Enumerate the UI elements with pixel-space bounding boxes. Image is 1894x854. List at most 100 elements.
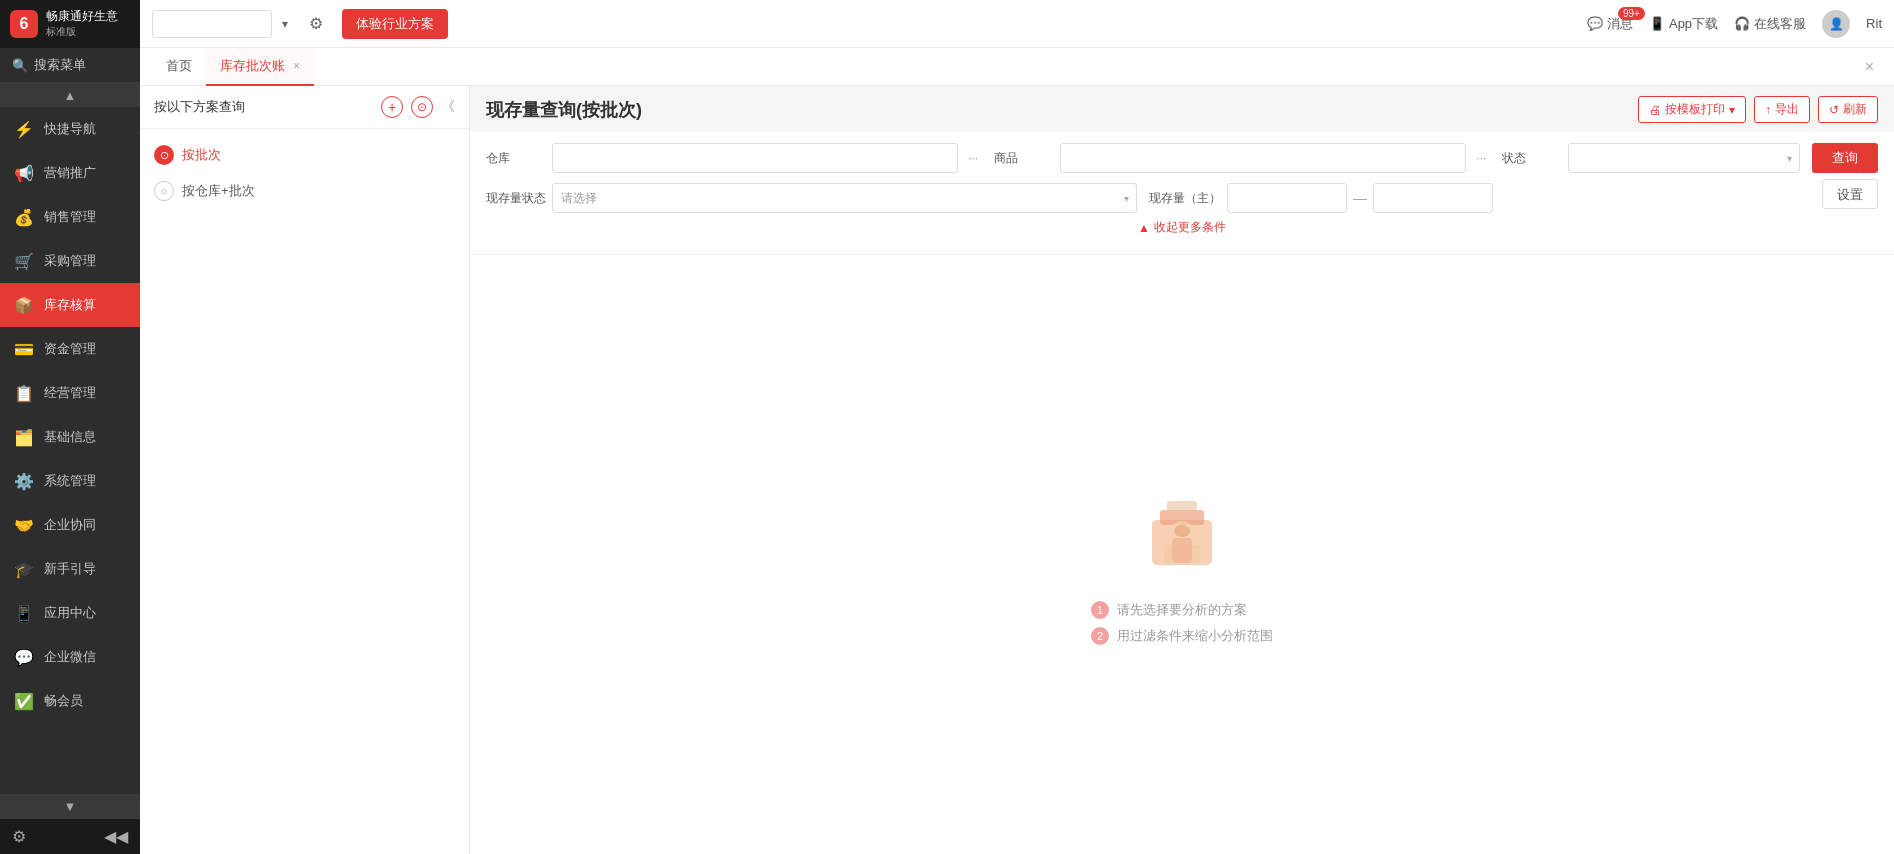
- search-menu[interactable]: 🔍 搜索菜单: [0, 48, 140, 83]
- empty-state: 1 请先选择要分析的方案 2 用过滤条件来缩小分析范围: [470, 255, 1894, 854]
- stock-status-select[interactable]: 请选择: [552, 183, 1137, 213]
- tab-inventory-batch-label: 库存批次账: [220, 57, 285, 75]
- sidebar-item-label: 经营管理: [44, 384, 96, 402]
- warehouse-input[interactable]: [552, 143, 958, 173]
- filter-list: ⊙ 按批次 ○ 按仓库+批次: [140, 129, 469, 854]
- topbar-gear-btn[interactable]: ⚙: [302, 10, 330, 38]
- empty-hint-2: 2 用过滤条件来缩小分析范围: [1091, 627, 1273, 645]
- sidebar-item-inventory[interactable]: 📦 库存核算: [0, 283, 140, 327]
- stock-qty-from-input[interactable]: [1227, 183, 1347, 213]
- service-icon: 🎧: [1734, 16, 1750, 31]
- refresh-icon: ↺: [1829, 103, 1839, 117]
- sidebar-item-label: 资金管理: [44, 340, 96, 358]
- sidebar-item-label: 基础信息: [44, 428, 96, 446]
- warehouse-more-btn[interactable]: ···: [964, 151, 982, 165]
- sidebar-item-quick-nav[interactable]: ⚡ 快捷导航: [0, 107, 140, 151]
- tab-close-btn[interactable]: ×: [293, 59, 300, 73]
- scroll-up-btn[interactable]: ▲: [0, 83, 140, 107]
- filter-setting-btn[interactable]: ⊙: [411, 96, 433, 118]
- goods-filter-group: 商品 ···: [994, 143, 1490, 173]
- export-icon: ↑: [1765, 103, 1771, 117]
- filter-collapse-btn[interactable]: 《: [441, 98, 455, 116]
- sidebar-item-finance[interactable]: 💳 资金管理: [0, 327, 140, 371]
- sidebar-item-purchase[interactable]: 🛒 采购管理: [0, 239, 140, 283]
- sidebar-item-appstore[interactable]: 📱 应用中心: [0, 591, 140, 635]
- filter-item-warehouse-batch[interactable]: ○ 按仓库+批次: [140, 173, 469, 209]
- weixin-icon: 💬: [14, 647, 34, 667]
- export-btn[interactable]: ↑ 导出: [1754, 96, 1810, 123]
- basic-icon: 🗂️: [14, 427, 34, 447]
- stock-status-select-wrapper: 请选择: [552, 183, 1137, 213]
- app-title: 畅康通好生意: [46, 9, 118, 25]
- tab-home[interactable]: 首页: [152, 48, 206, 86]
- sidebar: 6 畅康通好生意 标准版 🔍 搜索菜单 ▲ ⚡ 快捷导航 📢 营销推广 💰 销售…: [0, 0, 140, 854]
- online-service-btn[interactable]: 🎧 在线客服: [1734, 15, 1806, 33]
- sidebar-item-basic[interactable]: 🗂️ 基础信息: [0, 415, 140, 459]
- status-select-wrapper: [1568, 143, 1800, 173]
- search-menu-label: 搜索菜单: [34, 56, 86, 74]
- sidebar-item-operation[interactable]: 📋 经营管理: [0, 371, 140, 415]
- trial-btn[interactable]: 体验行业方案: [342, 9, 448, 39]
- svg-rect-5: [1172, 538, 1192, 563]
- sidebar-item-sales[interactable]: 💰 销售管理: [0, 195, 140, 239]
- status-select[interactable]: [1568, 143, 1800, 173]
- filter-batch-icon: ⊙: [154, 145, 174, 165]
- purchase-icon: 🛒: [14, 251, 34, 271]
- operation-icon: 📋: [14, 383, 34, 403]
- sidebar-item-marketing[interactable]: 📢 营销推广: [0, 151, 140, 195]
- sidebar-item-label: 系统管理: [44, 472, 96, 490]
- filter-batch-label: 按批次: [182, 146, 221, 164]
- tab-panel-close-btn[interactable]: ×: [1857, 58, 1882, 76]
- footer-settings-icon[interactable]: ⚙: [12, 827, 26, 846]
- content-area: 现存量查询(按批次) 🖨 按模板打印 ▾ ↑ 导出 ↺ 刷新: [470, 86, 1894, 854]
- messages-btn[interactable]: 💬 消息 99+: [1587, 15, 1633, 33]
- sidebar-item-enterprise[interactable]: 🤝 企业协同: [0, 503, 140, 547]
- refresh-btn[interactable]: ↺ 刷新: [1818, 96, 1878, 123]
- footer-collapse-icon[interactable]: ◀◀: [104, 827, 128, 846]
- goods-input[interactable]: [1060, 143, 1466, 173]
- search-filters: 仓库 ··· 商品 ··· 状态: [470, 131, 1894, 255]
- page-area: 按以下方案查询 + ⊙ 《 ⊙ 按批次 ○ 按仓库+批次: [140, 86, 1894, 854]
- query-btn[interactable]: 查询: [1812, 143, 1878, 173]
- filter-item-batch[interactable]: ⊙ 按批次: [140, 137, 469, 173]
- sidebar-item-label: 新手引导: [44, 560, 96, 578]
- app-download-btn[interactable]: 📱 App下载: [1649, 15, 1718, 33]
- sidebar-item-guide[interactable]: 🎓 新手引导: [0, 547, 140, 591]
- sidebar-item-weixin[interactable]: 💬 企业微信: [0, 635, 140, 679]
- filter-warehouse-batch-icon: ○: [154, 181, 174, 201]
- collapse-bar[interactable]: ▲ 收起更多条件: [486, 213, 1878, 242]
- goods-more-btn[interactable]: ···: [1472, 151, 1490, 165]
- sidebar-item-member[interactable]: ✅ 畅会员: [0, 679, 140, 723]
- marketing-icon: 📢: [14, 163, 34, 183]
- enterprise-icon: 🤝: [14, 515, 34, 535]
- username[interactable]: Rit: [1866, 16, 1882, 31]
- sidebar-footer: ⚙ ◀◀: [0, 818, 140, 854]
- page-title: 现存量查询(按批次): [486, 98, 642, 122]
- avatar[interactable]: 👤: [1822, 10, 1850, 38]
- svg-point-4: [1174, 525, 1190, 537]
- search-icon: 🔍: [12, 58, 28, 73]
- stock-qty-to-input[interactable]: [1373, 183, 1493, 213]
- app-subtitle: 标准版: [46, 25, 118, 39]
- scroll-down-btn[interactable]: ▼: [0, 794, 140, 818]
- sidebar-header: 6 畅康通好生意 标准版: [0, 0, 140, 48]
- hint-text-2: 用过滤条件来缩小分析范围: [1117, 627, 1273, 645]
- tab-inventory-batch[interactable]: 库存批次账 ×: [206, 48, 314, 86]
- sidebar-item-label: 采购管理: [44, 252, 96, 270]
- stock-qty-label: 现存量（主）: [1149, 190, 1221, 207]
- topbar-dropdown-btn[interactable]: ▾: [276, 10, 294, 38]
- empty-illustration: [1122, 465, 1242, 585]
- sidebar-item-label: 应用中心: [44, 604, 96, 622]
- setting-btn[interactable]: 设置: [1822, 179, 1878, 209]
- refresh-label: 刷新: [1843, 101, 1867, 118]
- sidebar-item-system[interactable]: ⚙️ 系统管理: [0, 459, 140, 503]
- filter-add-btn[interactable]: +: [381, 96, 403, 118]
- topbar-search-input[interactable]: [152, 10, 272, 38]
- stock-qty-filter-group: 现存量（主） —: [1149, 183, 1800, 213]
- svg-rect-2: [1167, 501, 1197, 513]
- app-label: App下载: [1669, 15, 1718, 33]
- print-btn[interactable]: 🖨 按模板打印 ▾: [1638, 96, 1746, 123]
- hint-num-2: 2: [1091, 627, 1109, 645]
- filter-panel-header: 按以下方案查询 + ⊙ 《: [140, 86, 469, 129]
- print-icon: 🖨: [1649, 103, 1661, 117]
